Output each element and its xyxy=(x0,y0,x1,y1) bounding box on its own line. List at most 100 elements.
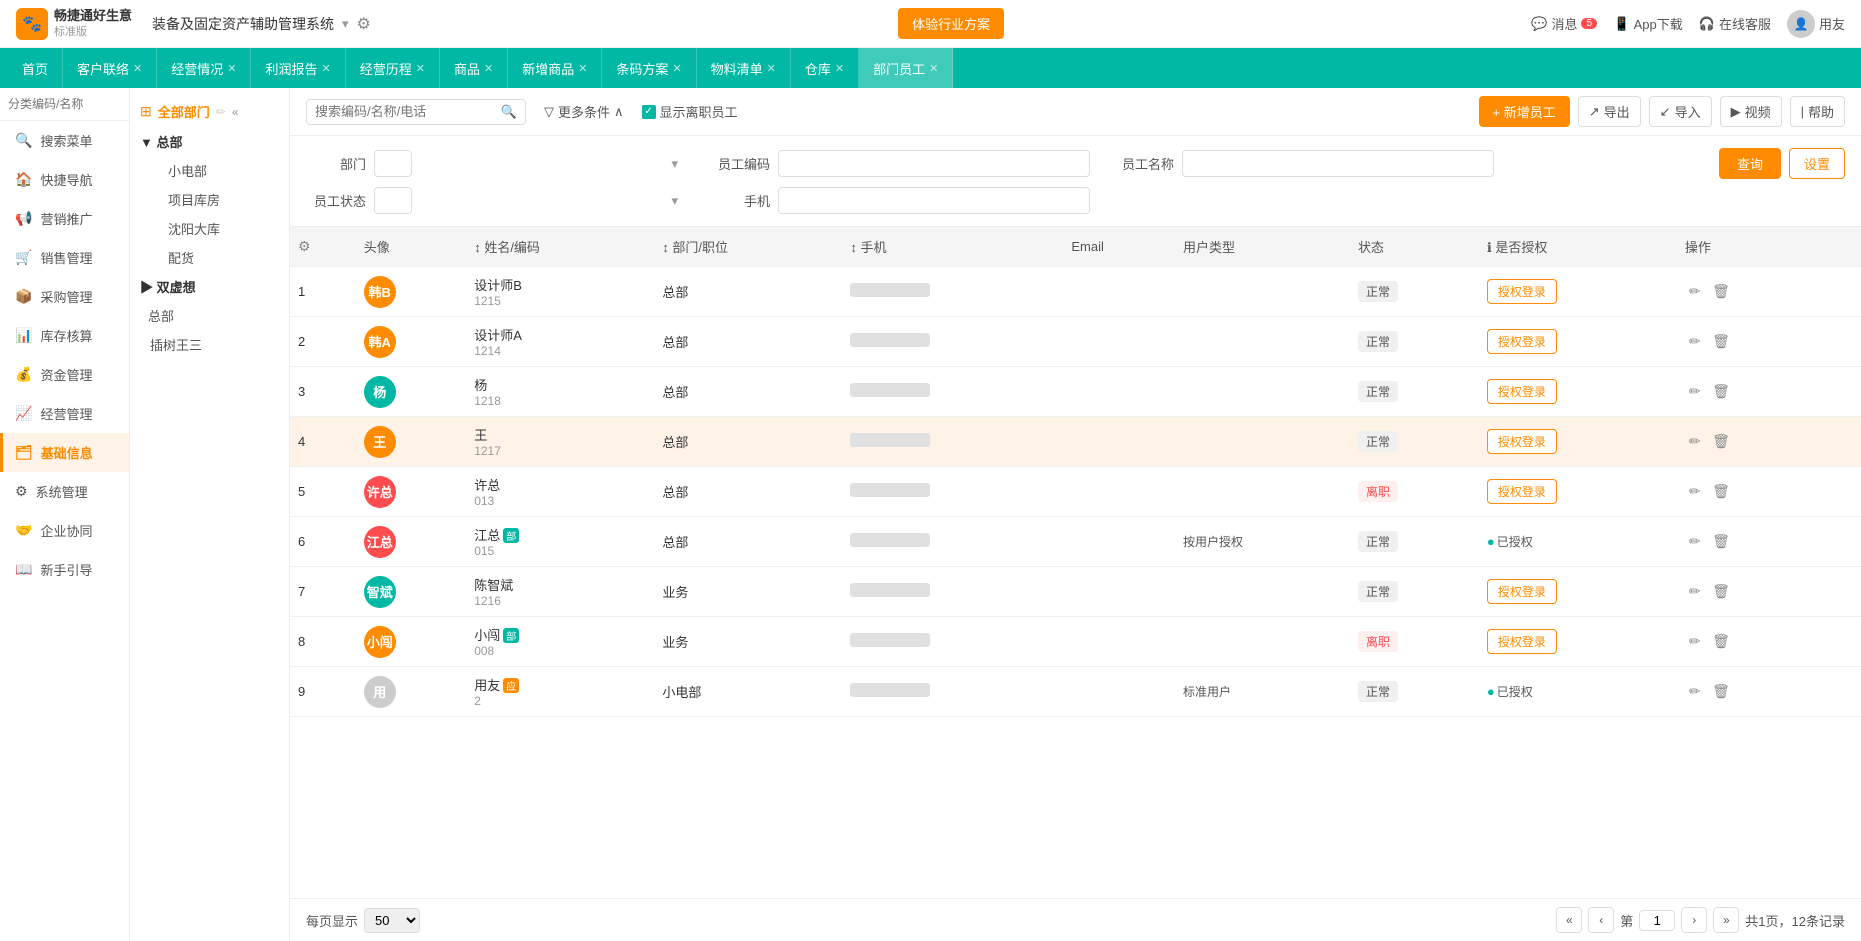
dept-edit-icon[interactable]: ✏ xyxy=(216,105,226,119)
nav-tab-客户联络[interactable]: 客户联络✕ xyxy=(63,48,157,88)
export-btn[interactable]: ↗ 导出 xyxy=(1578,96,1641,127)
nav-tab-部门员工[interactable]: 部门员工✕ xyxy=(859,48,953,88)
sidebar-item-采购管理[interactable]: 📦采购管理 xyxy=(0,277,129,316)
emp-code-input[interactable] xyxy=(778,150,1090,177)
experience-btn[interactable]: 体验行业方案 xyxy=(898,8,1004,39)
sidebar-item-库存核算[interactable]: 📊库存核算 xyxy=(0,316,129,355)
last-page-btn[interactable]: » xyxy=(1713,907,1739,933)
tab-close-icon[interactable]: ✕ xyxy=(133,62,142,75)
tab-close-icon[interactable]: ✕ xyxy=(672,62,681,75)
help-btn[interactable]: | 帮助 xyxy=(1790,96,1845,127)
dept-group-shuang[interactable]: ▶ 双虚想 xyxy=(130,272,289,301)
edit-btn[interactable]: ✏ xyxy=(1685,381,1705,402)
tab-close-icon[interactable]: ✕ xyxy=(835,62,844,75)
delete-btn[interactable]: 🗑 xyxy=(1708,681,1734,702)
delete-btn[interactable]: 🗑 xyxy=(1708,631,1734,652)
nav-tab-经营历程[interactable]: 经营历程✕ xyxy=(346,48,440,88)
nav-tab-经营情况[interactable]: 经营情况✕ xyxy=(157,48,251,88)
dept-item-peihuo[interactable]: 配货 xyxy=(150,243,289,272)
first-page-btn[interactable]: « xyxy=(1556,907,1582,933)
import-btn[interactable]: ↙ 导入 xyxy=(1649,96,1712,127)
dept-item-shenyang[interactable]: 沈阳大库 xyxy=(150,214,289,243)
query-btn[interactable]: 查询 xyxy=(1719,148,1781,179)
prev-page-btn[interactable]: ‹ xyxy=(1588,907,1614,933)
sidebar-item-基础信息[interactable]: 🗂基础信息 xyxy=(0,433,129,472)
nav-tab-首页[interactable]: 首页 xyxy=(8,48,63,88)
edit-btn[interactable]: ✏ xyxy=(1685,531,1705,552)
edit-btn[interactable]: ✏ xyxy=(1685,581,1705,602)
auth-btn[interactable]: 授权登录 xyxy=(1487,279,1557,304)
dept-select[interactable] xyxy=(374,150,412,177)
delete-btn[interactable]: 🗑 xyxy=(1708,431,1734,452)
online-service-btn[interactable]: 🎧 在线客服 xyxy=(1699,14,1771,33)
edit-btn[interactable]: ✏ xyxy=(1685,481,1705,502)
nav-tab-商品[interactable]: 商品✕ xyxy=(440,48,508,88)
auth-btn[interactable]: 授权登录 xyxy=(1487,629,1557,654)
resigned-checkbox[interactable]: ✓ xyxy=(642,105,656,119)
tab-close-icon[interactable]: ✕ xyxy=(322,62,331,75)
tab-close-icon[interactable]: ✕ xyxy=(767,62,776,75)
delete-btn[interactable]: 🗑 xyxy=(1708,581,1734,602)
next-page-btn[interactable]: › xyxy=(1681,907,1707,933)
app-download-btn[interactable]: 📱 App下载 xyxy=(1613,14,1682,33)
edit-btn[interactable]: ✏ xyxy=(1685,281,1705,302)
per-page-select[interactable]: 50 100 xyxy=(364,908,420,933)
nav-tab-物料清单[interactable]: 物料清单✕ xyxy=(697,48,791,88)
edit-btn[interactable]: ✏ xyxy=(1685,431,1705,452)
delete-btn[interactable]: 🗑 xyxy=(1708,531,1734,552)
tab-close-icon[interactable]: ✕ xyxy=(578,62,587,75)
tab-close-icon[interactable]: ✕ xyxy=(416,62,425,75)
nav-tab-利润报告[interactable]: 利润报告✕ xyxy=(251,48,345,88)
tab-close-icon[interactable]: ✕ xyxy=(227,62,236,75)
page-input[interactable] xyxy=(1639,910,1675,931)
sidebar-item-企业协同[interactable]: 🤝企业协同 xyxy=(0,511,129,550)
delete-btn[interactable]: 🗑 xyxy=(1708,481,1734,502)
delete-btn[interactable]: 🗑 xyxy=(1708,331,1734,352)
auth-btn[interactable]: 授权登录 xyxy=(1487,579,1557,604)
dept-item-zongbu[interactable]: 总部 xyxy=(130,301,289,330)
sidebar-item-搜索菜单[interactable]: 🔍搜索菜单 xyxy=(0,121,129,160)
dept-all-label[interactable]: 全部部门 xyxy=(158,102,210,121)
user-menu[interactable]: 👤 用友 xyxy=(1787,10,1845,38)
dropdown-icon[interactable]: ▾ xyxy=(342,16,349,32)
edit-btn[interactable]: ✏ xyxy=(1685,631,1705,652)
sidebar-search-input[interactable] xyxy=(8,97,130,111)
set-btn[interactable]: 设置 xyxy=(1789,148,1845,179)
sidebar-item-系统管理[interactable]: ⚙系统管理 xyxy=(0,472,129,511)
show-resigned-wrap[interactable]: ✓ 显示离职员工 xyxy=(642,102,738,121)
delete-btn[interactable]: 🗑 xyxy=(1708,281,1734,302)
edit-btn[interactable]: ✏ xyxy=(1685,331,1705,352)
add-employee-btn[interactable]: + 新增员工 xyxy=(1479,96,1570,127)
sidebar-item-资金管理[interactable]: 💰资金管理 xyxy=(0,355,129,394)
emp-status-select[interactable] xyxy=(374,187,412,214)
phone-input[interactable] xyxy=(778,187,1090,214)
dept-item-chazhu[interactable]: 插树王三 xyxy=(130,330,289,359)
sidebar-item-营销推广[interactable]: 📢营销推广 xyxy=(0,199,129,238)
nav-tab-新增商品[interactable]: 新增商品✕ xyxy=(508,48,602,88)
dept-group-head[interactable]: ▼ 总部 xyxy=(130,127,289,156)
edit-btn[interactable]: ✏ xyxy=(1685,681,1705,702)
col-settings[interactable]: ⚙ xyxy=(290,227,356,267)
message-btn[interactable]: 💬 消息 5 xyxy=(1531,14,1597,33)
auth-btn[interactable]: 授权登录 xyxy=(1487,329,1557,354)
emp-name-input[interactable] xyxy=(1182,150,1494,177)
delete-btn[interactable]: 🗑 xyxy=(1708,381,1734,402)
settings-icon[interactable]: ⚙ xyxy=(357,14,371,34)
sidebar-item-快捷导航[interactable]: 🏠快捷导航 xyxy=(0,160,129,199)
nav-tab-仓库[interactable]: 仓库✕ xyxy=(791,48,859,88)
sidebar-item-销售管理[interactable]: 🛒销售管理 xyxy=(0,238,129,277)
sidebar-item-新手引导[interactable]: 📖新手引导 xyxy=(0,550,129,589)
dept-collapse-icon[interactable]: « xyxy=(232,105,239,119)
auth-btn[interactable]: 授权登录 xyxy=(1487,479,1557,504)
tab-close-icon[interactable]: ✕ xyxy=(929,62,938,75)
view-btn[interactable]: ▶ 视频 xyxy=(1720,96,1782,127)
nav-tab-条码方案[interactable]: 条码方案✕ xyxy=(602,48,696,88)
search-input[interactable] xyxy=(315,104,501,119)
auth-btn[interactable]: 授权登录 xyxy=(1487,429,1557,454)
tab-close-icon[interactable]: ✕ xyxy=(484,62,493,75)
more-conditions-btn[interactable]: ▽ 更多条件 ∧ xyxy=(536,98,632,125)
sidebar-item-经营管理[interactable]: 📈经营管理 xyxy=(0,394,129,433)
dept-item-xiaodian[interactable]: 小电部 xyxy=(150,156,289,185)
dept-item-project[interactable]: 项目库房 xyxy=(150,185,289,214)
auth-btn[interactable]: 授权登录 xyxy=(1487,379,1557,404)
